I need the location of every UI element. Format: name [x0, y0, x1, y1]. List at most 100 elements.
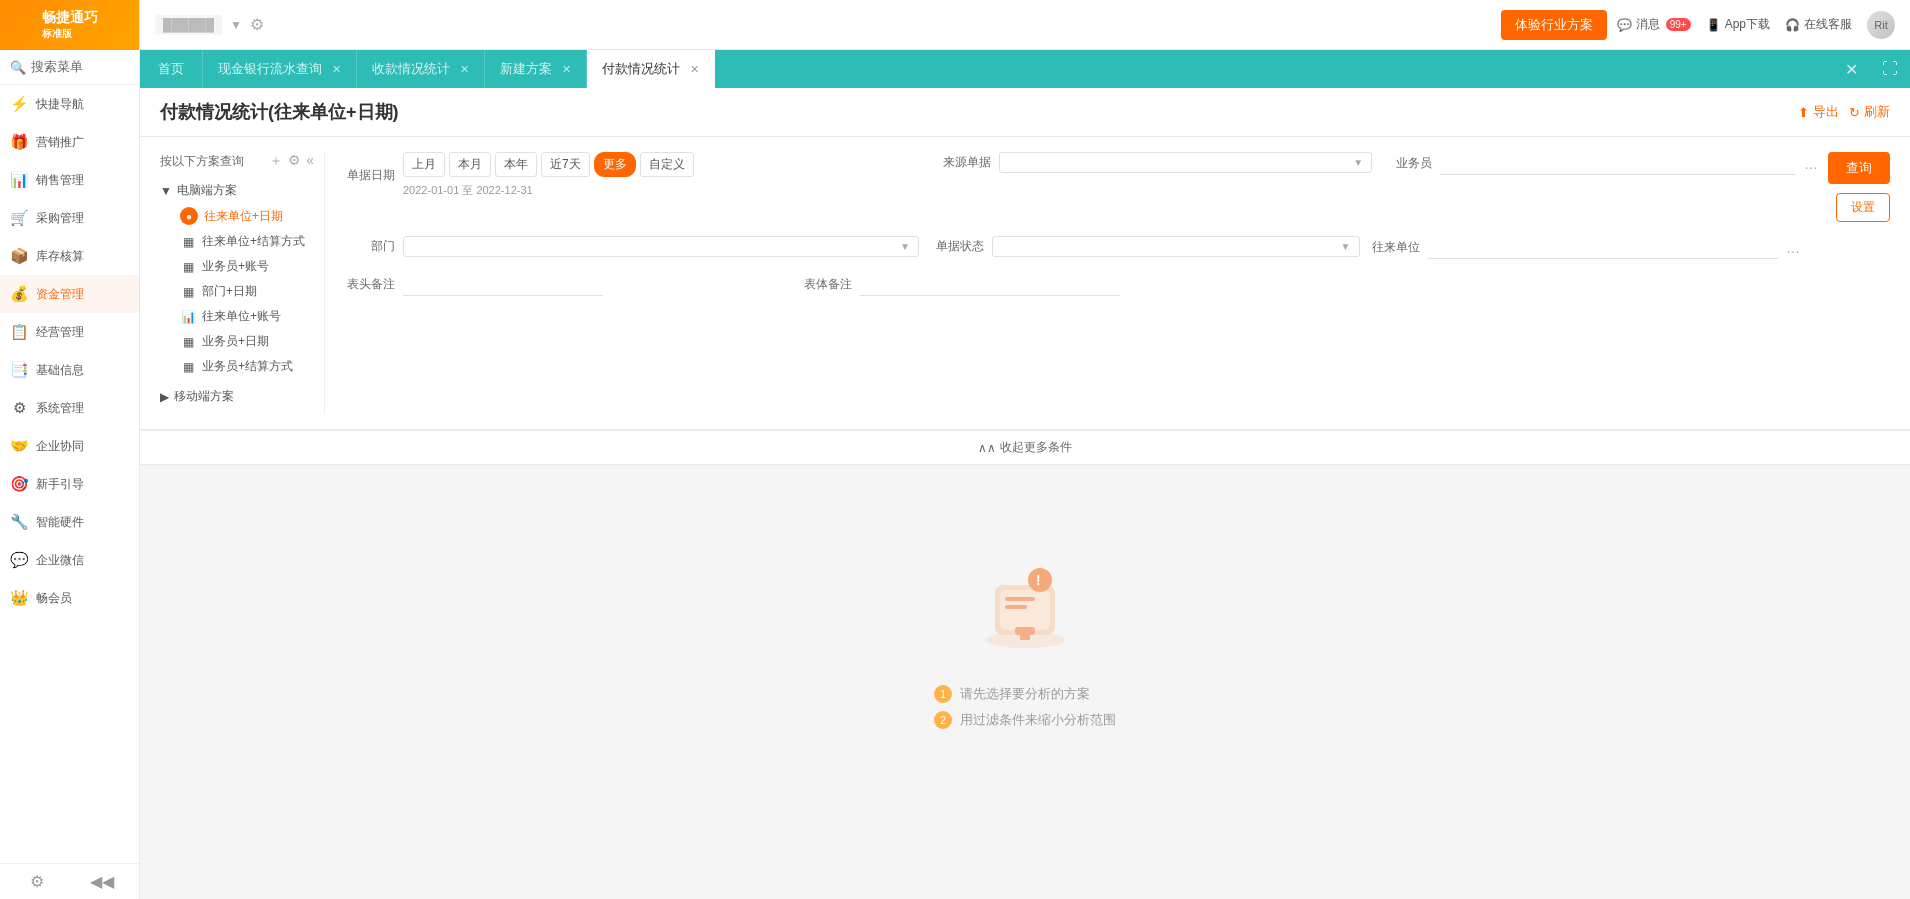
scheme-item-contact-payment[interactable]: ▦ 往来单位+结算方式 — [160, 229, 314, 254]
scheme-item-staff-payment[interactable]: ▦ 业务员+结算方式 — [160, 354, 314, 379]
main-area: ██████ ▼ ⚙ 体验行业方案 💬 消息 99+ 📱 App下载 🎧 在线客… — [140, 0, 1910, 899]
collapse-bar: ∧∧ 收起更多条件 — [140, 430, 1910, 465]
tab-bank[interactable]: 现金银行流水查询✕ — [203, 50, 357, 88]
basic-icon: 📑 — [10, 361, 28, 379]
topbar-gear-icon[interactable]: ⚙ — [250, 15, 264, 34]
message-icon: 💬 — [1617, 18, 1632, 32]
contact-more-icon[interactable]: … — [1786, 240, 1800, 256]
sidebar-item-member[interactable]: 👑 畅会员 — [0, 579, 139, 617]
collapse-label: 收起更多条件 — [1000, 439, 1072, 456]
scheme-item-staff-date[interactable]: ▦ 业务员+日期 — [160, 329, 314, 354]
sidebar-item-label-basic: 基础信息 — [36, 362, 84, 379]
contact-input[interactable] — [1428, 236, 1779, 258]
trial-button[interactable]: 体验行业方案 — [1501, 10, 1607, 40]
app-download-button[interactable]: 📱 App下载 — [1706, 16, 1770, 33]
maximize-tab-btn[interactable]: ⛶ — [1870, 60, 1910, 78]
tab-new-scheme[interactable]: 新建方案✕ — [485, 50, 587, 88]
staff-label: 业务员 — [1382, 155, 1432, 172]
custom-date-btn[interactable]: 自定义 — [640, 152, 694, 177]
empty-tip-1: 1 请先选择要分析的方案 — [934, 685, 1116, 703]
export-button[interactable]: ⬆ 导出 — [1798, 103, 1839, 121]
avatar[interactable]: Rit — [1867, 11, 1895, 39]
sidebar-item-enterprise[interactable]: 🤝 企业协同 — [0, 427, 139, 465]
sidebar-item-system[interactable]: ⚙ 系统管理 — [0, 389, 139, 427]
sidebar-item-operation[interactable]: 📋 经营管理 — [0, 313, 139, 351]
scheme-label-staff-payment: 业务员+结算方式 — [202, 358, 293, 375]
inventory-icon: 📦 — [10, 247, 28, 265]
sidebar-item-finance[interactable]: 💰 资金管理 — [0, 275, 139, 313]
staff-input[interactable] — [1440, 152, 1796, 174]
finance-icon: 💰 — [10, 285, 28, 303]
dept-select[interactable]: ▼ — [403, 236, 919, 257]
sidebar-item-quick-nav[interactable]: ⚡ 快捷导航 — [0, 85, 139, 123]
sidebar-item-basic[interactable]: 📑 基础信息 — [0, 351, 139, 389]
app-icon: 📱 — [1706, 18, 1721, 32]
sidebar-item-label-marketing: 营销推广 — [36, 134, 84, 151]
tab-home[interactable]: 首页 — [140, 50, 203, 88]
tab-payment[interactable]: 付款情况统计 ✕ — [587, 50, 715, 88]
contact-label: 往来单位 — [1370, 239, 1420, 256]
mobile-section-title[interactable]: ▶ 移动端方案 — [160, 384, 314, 409]
service-label: 在线客服 — [1804, 16, 1852, 33]
close-tab-btn[interactable]: ✕ — [1833, 60, 1870, 79]
sidebar-item-inventory[interactable]: 📦 库存核算 — [0, 237, 139, 275]
sidebar-settings-btn[interactable]: ⚙ — [8, 872, 66, 891]
system-icon: ⚙ — [10, 399, 28, 417]
settings-button[interactable]: 设置 — [1836, 193, 1890, 222]
collapse-sidebar-icon[interactable]: « — [306, 152, 314, 170]
scheme-item-contact-account[interactable]: 📊 往来单位+账号 — [160, 304, 314, 329]
close-tab-payment-icon[interactable]: ✕ — [690, 63, 699, 76]
sidebar-item-sales[interactable]: 📊 销售管理 — [0, 161, 139, 199]
query-button[interactable]: 查询 — [1828, 152, 1890, 184]
sidebar-item-hardware[interactable]: 🔧 智能硬件 — [0, 503, 139, 541]
scheme-label-staff-account: 业务员+账号 — [202, 258, 269, 275]
table-note-input[interactable] — [403, 273, 603, 296]
sidebar-item-guide[interactable]: 🎯 新手引导 — [0, 465, 139, 503]
scheme-item-dept-date[interactable]: ▦ 部门+日期 — [160, 279, 314, 304]
enterprise-icon: 🤝 — [10, 437, 28, 455]
bill-status-select[interactable]: ▼ — [992, 236, 1360, 257]
close-tab-collection-icon[interactable]: ✕ — [460, 63, 469, 76]
sidebar-item-label-guide: 新手引导 — [36, 476, 84, 493]
scheme-item-contact-date[interactable]: ● 往来单位+日期 — [160, 203, 314, 229]
staff-more-icon[interactable]: … — [1804, 156, 1818, 172]
message-button[interactable]: 💬 消息 99+ — [1617, 16, 1691, 33]
body-note-input[interactable] — [860, 273, 1120, 296]
source-select[interactable]: ▼ — [999, 152, 1372, 173]
tab-collection[interactable]: 收款情况统计✕ — [357, 50, 485, 88]
date-range-text: 2022-01-01 至 2022-12-31 — [403, 183, 926, 198]
sidebar-search[interactable]: 🔍 搜索菜单 — [0, 50, 139, 85]
scheme-label-staff-date: 业务员+日期 — [202, 333, 269, 350]
collapse-btn[interactable]: ∧∧ 收起更多条件 — [978, 439, 1072, 456]
avatar-text: Rit — [1874, 19, 1887, 31]
online-service-button[interactable]: 🎧 在线客服 — [1785, 16, 1852, 33]
topbar-right: 💬 消息 99+ 📱 App下载 🎧 在线客服 Rit — [1617, 11, 1895, 39]
empty-tip-2: 2 用过滤条件来缩小分析范围 — [934, 711, 1116, 729]
scheme-items: ● 往来单位+日期 ▦ 往来单位+结算方式 ▦ 业务员+账号 ▦ 部门+日期 📊… — [160, 203, 314, 379]
close-tab-new-scheme-icon[interactable]: ✕ — [562, 63, 571, 76]
sidebar-item-purchase[interactable]: 🛒 采购管理 — [0, 199, 139, 237]
refresh-button[interactable]: ↻ 刷新 — [1849, 103, 1890, 121]
last-7days-btn[interactable]: 近7天 — [541, 152, 590, 177]
sidebar-item-marketing[interactable]: 🎁 营销推广 — [0, 123, 139, 161]
sidebar-item-label-hardware: 智能硬件 — [36, 514, 84, 531]
pc-scheme-section: ▼ 电脑端方案 ● 往来单位+日期 ▦ 往来单位+结算方式 ▦ 业务员+账号 ▦… — [160, 178, 314, 379]
scheme-settings-icon[interactable]: ⚙ — [288, 152, 301, 170]
sidebar-item-wechat[interactable]: 💬 企业微信 — [0, 541, 139, 579]
tab-label-payment: 付款情况统计 — [602, 60, 680, 78]
this-month-btn[interactable]: 本月 — [449, 152, 491, 177]
empty-illustration: ! — [965, 545, 1085, 665]
sidebar-collapse-btn[interactable]: ◀◀ — [74, 872, 132, 891]
body-note-field: 表体备注 — [797, 273, 1459, 296]
add-scheme-icon[interactable]: ＋ — [269, 152, 283, 170]
more-dates-btn[interactable]: 更多 — [594, 152, 636, 177]
sidebar-search-label: 搜索菜单 — [31, 58, 83, 76]
close-tab-bank-icon[interactable]: ✕ — [332, 63, 341, 76]
this-year-btn[interactable]: 本年 — [495, 152, 537, 177]
last-month-btn[interactable]: 上月 — [403, 152, 445, 177]
scheme-table-icon-staff-account: ▦ — [180, 259, 196, 275]
date-options-group: 上月 本月 本年 近7天 更多 自定义 — [403, 152, 926, 177]
scheme-item-staff-account[interactable]: ▦ 业务员+账号 — [160, 254, 314, 279]
pc-section-title[interactable]: ▼ 电脑端方案 — [160, 178, 314, 203]
refresh-label: 刷新 — [1864, 103, 1890, 121]
